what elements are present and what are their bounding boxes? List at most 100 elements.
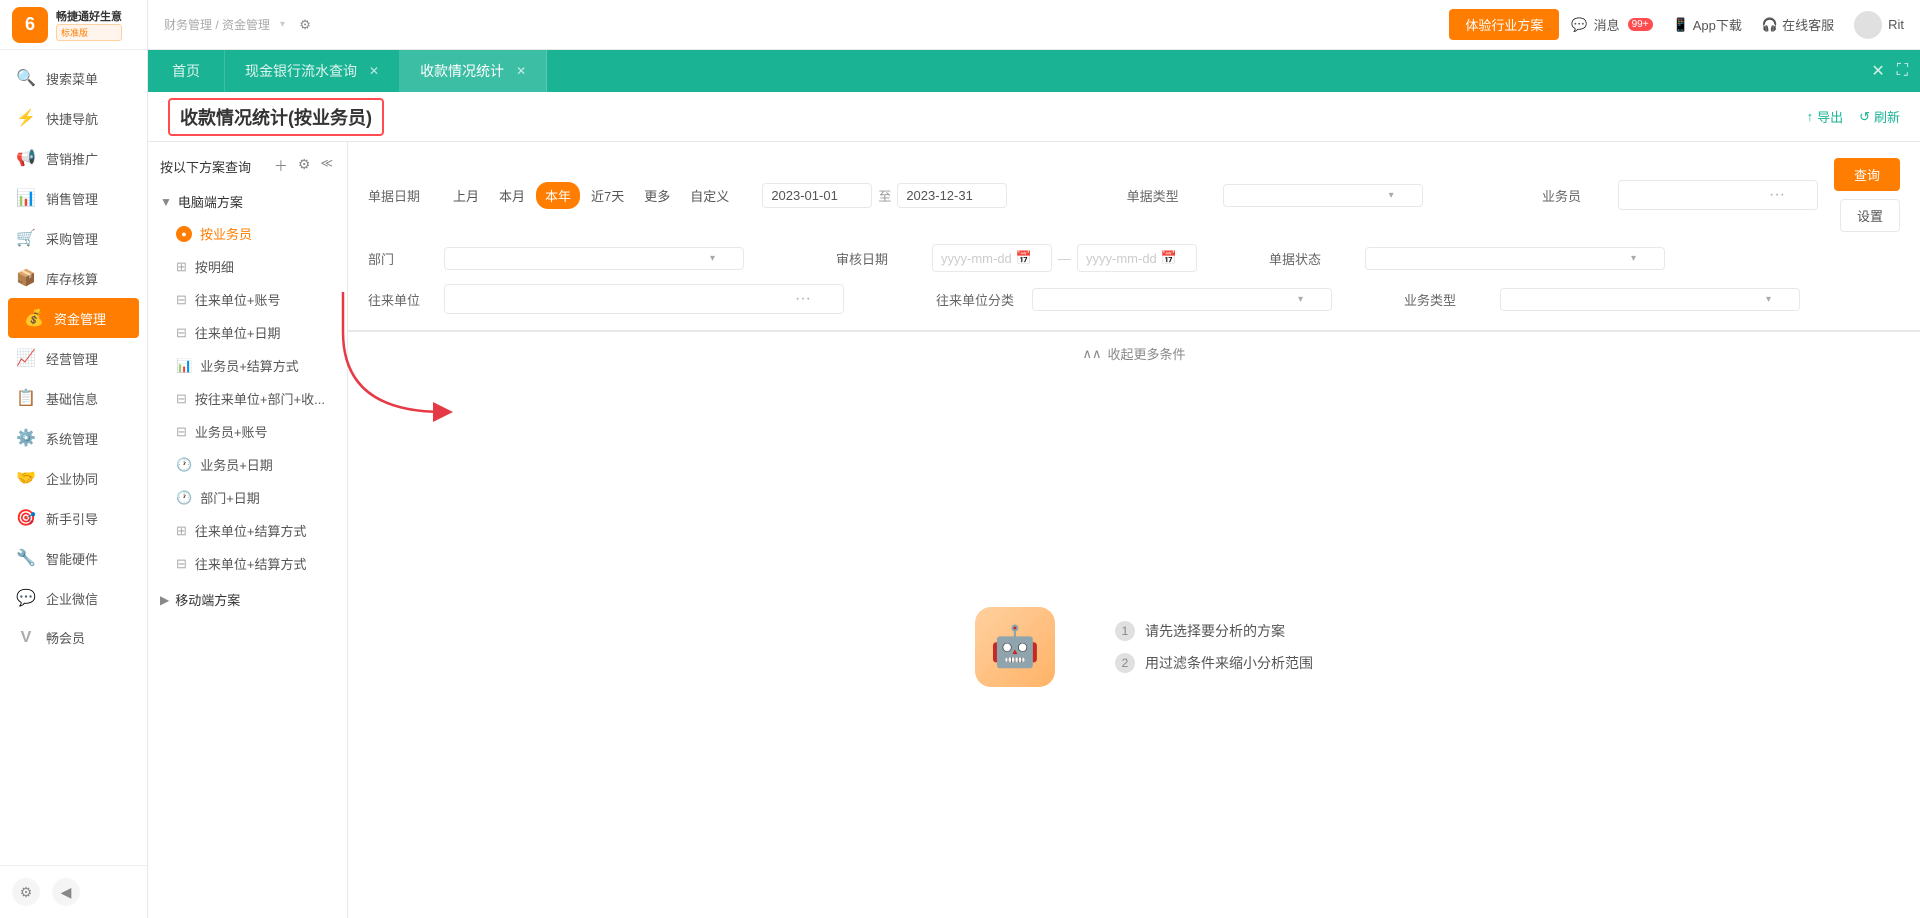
scheme-label-by-salesman-settle: 业务员+结算方式 bbox=[200, 356, 299, 375]
scheme-item-by-salesman-account[interactable]: ⊟ 业务员+账号 bbox=[148, 415, 347, 448]
tab-bank-flow-close[interactable]: ✕ bbox=[369, 64, 379, 78]
tab-maximize-icon[interactable]: ⛶ bbox=[1897, 62, 1908, 80]
salesman-dots[interactable]: ··· bbox=[1765, 186, 1789, 204]
sidebar-item-quick-nav[interactable]: ⚡ 快捷导航 bbox=[0, 98, 147, 138]
sidebar-item-purchase[interactable]: 🛒 采购管理 bbox=[0, 218, 147, 258]
scheme-item-by-salesman[interactable]: ● 按业务员 bbox=[148, 217, 347, 250]
collapse-bar[interactable]: ∧∧ 收起更多条件 bbox=[348, 331, 1920, 375]
scheme-item-by-unit-date[interactable]: ⊟ 往来单位+日期 bbox=[148, 316, 347, 349]
sidebar-item-corp[interactable]: 🤝 企业协同 bbox=[0, 458, 147, 498]
scheme-item-by-salesman-settle[interactable]: 📊 业务员+结算方式 bbox=[148, 349, 347, 382]
detail-icon: ⊞ bbox=[176, 259, 187, 275]
message-area[interactable]: 💬 消息 99+ bbox=[1571, 15, 1652, 34]
sidebar-item-search-menu[interactable]: 🔍 搜索菜单 bbox=[0, 58, 147, 98]
date-tab-custom[interactable]: 自定义 bbox=[681, 182, 738, 209]
phone-icon: 📱 bbox=[1673, 17, 1689, 33]
scheme-item-by-unit-settle2[interactable]: ⊟ 往来单位+结算方式 bbox=[148, 547, 347, 580]
sidebar-item-wechat[interactable]: 💬 企业微信 bbox=[0, 578, 147, 618]
collapse-panel-icon[interactable]: ≪ bbox=[318, 154, 335, 178]
sidebar-label-sales: 销售管理 bbox=[46, 189, 98, 208]
review-date-end[interactable]: yyyy-mm-dd 📅 bbox=[1077, 244, 1197, 272]
date-tab-last-month[interactable]: 上月 bbox=[444, 182, 488, 209]
unit-account-icon: ⊟ bbox=[176, 292, 187, 308]
sidebar-item-member[interactable]: V 畅会员 bbox=[0, 618, 147, 657]
counterpart-dots[interactable]: ··· bbox=[791, 290, 815, 308]
counterpart-cat-select[interactable]: ▾ bbox=[1032, 288, 1332, 311]
doc-status-select[interactable]: ▾ bbox=[1365, 247, 1665, 270]
review-date-start[interactable]: yyyy-mm-dd 📅 bbox=[932, 244, 1052, 272]
tip-item-2: 2 用过滤条件来缩小分析范围 bbox=[1115, 653, 1313, 673]
header-gear-btn[interactable]: ⚙ bbox=[291, 11, 319, 39]
date-tab-this-month[interactable]: 本月 bbox=[490, 182, 534, 209]
settings-scheme-icon[interactable]: ⚙ bbox=[296, 154, 313, 178]
sidebar: 6 畅捷通好生意 标准版 🔍 搜索菜单 ⚡ 快捷导航 📢 营销推广 📊 销售管理… bbox=[0, 0, 148, 918]
sidebar-settings-btn[interactable]: ⚙ bbox=[12, 878, 40, 906]
tab-home[interactable]: 首页 bbox=[148, 50, 225, 92]
trial-button[interactable]: 体验行业方案 bbox=[1449, 9, 1559, 40]
breadcrumb-dropdown-icon[interactable]: ▾ bbox=[280, 19, 285, 30]
scheme-item-by-unit-account[interactable]: ⊟ 往来单位+账号 bbox=[148, 283, 347, 316]
scheme-item-by-unit-settle1[interactable]: ⊞ 往来单位+结算方式 bbox=[148, 514, 347, 547]
filter-area: 单据日期 上月 本月 本年 近7天 更多 自定义 2023-01-01 至 20… bbox=[348, 142, 1920, 331]
sidebar-item-inventory[interactable]: 📦 库存核算 bbox=[0, 258, 147, 298]
add-scheme-icon[interactable]: ＋ bbox=[272, 154, 290, 178]
online-service-btn[interactable]: 🎧 在线客服 bbox=[1762, 15, 1834, 34]
scheme-item-by-dept-date[interactable]: 🕐 部门+日期 bbox=[148, 481, 347, 514]
scheme-item-by-salesman-date[interactable]: 🕐 业务员+日期 bbox=[148, 448, 347, 481]
query-button[interactable]: 查询 bbox=[1834, 158, 1900, 191]
export-label: 导出 bbox=[1817, 107, 1843, 126]
refresh-label: 刷新 bbox=[1874, 107, 1900, 126]
collapse-icon: ◀ bbox=[61, 884, 72, 901]
logo-name: 畅捷通好生意 bbox=[56, 8, 122, 24]
user-area[interactable]: Rit bbox=[1854, 11, 1904, 39]
sidebar-label-ops: 经营管理 bbox=[46, 349, 98, 368]
date-tab-this-year[interactable]: 本年 bbox=[536, 182, 580, 209]
sidebar-item-marketing[interactable]: 📢 营销推广 bbox=[0, 138, 147, 178]
settings-button[interactable]: 设置 bbox=[1840, 199, 1900, 232]
breadcrumb: 财务管理 / 资金管理 bbox=[164, 16, 270, 33]
export-button[interactable]: ↑ 导出 bbox=[1807, 107, 1844, 126]
collapse-chevron-icon: ∧∧ bbox=[1082, 346, 1101, 362]
tab-bank-flow[interactable]: 现金银行流水查询 ✕ bbox=[225, 50, 400, 92]
sidebar-item-guide[interactable]: 🎯 新手引导 bbox=[0, 498, 147, 538]
date-tab-more[interactable]: 更多 bbox=[635, 182, 679, 209]
date-start-input[interactable]: 2023-01-01 bbox=[762, 183, 872, 208]
sidebar-collapse-btn[interactable]: ◀ bbox=[52, 878, 80, 906]
pc-group-header[interactable]: ▼ 电脑端方案 bbox=[148, 186, 347, 217]
counterpart-select[interactable]: ··· bbox=[444, 284, 844, 314]
sidebar-item-hardware[interactable]: 🔧 智能硬件 bbox=[0, 538, 147, 578]
tab-collection-stats-close[interactable]: ✕ bbox=[516, 64, 526, 78]
pc-scheme-group: ▼ 电脑端方案 ● 按业务员 ⊞ 按明细 ⊟ 往来单位+账号 ⊟ 往来单位+ bbox=[148, 186, 347, 580]
tab-bank-flow-label: 现金银行流水查询 bbox=[245, 61, 357, 81]
scheme-label-by-salesman-date: 业务员+日期 bbox=[200, 455, 273, 474]
scheme-item-by-detail[interactable]: ⊞ 按明细 bbox=[148, 250, 347, 283]
scheme-label-by-salesman: 按业务员 bbox=[200, 224, 252, 243]
sidebar-label-finance: 资金管理 bbox=[54, 309, 106, 328]
date-tab-7days[interactable]: 近7天 bbox=[582, 182, 633, 209]
date-end-input[interactable]: 2023-12-31 bbox=[897, 183, 1007, 208]
scheme-label-by-detail: 按明细 bbox=[195, 257, 234, 276]
tip-number-1: 1 bbox=[1115, 621, 1135, 641]
salesman-select[interactable]: ··· bbox=[1618, 180, 1818, 210]
dept-select[interactable]: ▾ bbox=[444, 247, 744, 270]
message-label: 消息 bbox=[1594, 15, 1620, 34]
app-download-btn[interactable]: 📱 App下载 bbox=[1673, 15, 1742, 34]
purchase-icon: 🛒 bbox=[16, 228, 36, 248]
refresh-button[interactable]: ↺ 刷新 bbox=[1859, 107, 1900, 126]
tab-collection-stats[interactable]: 收款情况统计 ✕ bbox=[400, 50, 547, 92]
unit-settle1-icon: ⊞ bbox=[176, 523, 187, 539]
dept-date-icon: 🕐 bbox=[176, 490, 192, 506]
scheme-label-by-unit-dept: 按往来单位+部门+收... bbox=[195, 389, 325, 408]
doc-type-select[interactable]: ▾ bbox=[1223, 184, 1423, 207]
sidebar-item-system[interactable]: ⚙️ 系统管理 bbox=[0, 418, 147, 458]
tab-close-all-icon[interactable]: ✕ bbox=[1871, 61, 1884, 81]
sidebar-item-sales[interactable]: 📊 销售管理 bbox=[0, 178, 147, 218]
system-icon: ⚙️ bbox=[16, 428, 36, 448]
sidebar-item-ops[interactable]: 📈 经营管理 bbox=[0, 338, 147, 378]
sidebar-item-finance[interactable]: 💰 资金管理 bbox=[8, 298, 139, 338]
biz-type-select[interactable]: ▾ bbox=[1500, 288, 1800, 311]
review-date-start-text: yyyy-mm-dd bbox=[941, 251, 1012, 266]
mobile-group-header[interactable]: ▶ 移动端方案 bbox=[148, 584, 347, 615]
sidebar-item-basic[interactable]: 📋 基础信息 bbox=[0, 378, 147, 418]
scheme-item-by-unit-dept[interactable]: ⊟ 按往来单位+部门+收... bbox=[148, 382, 347, 415]
